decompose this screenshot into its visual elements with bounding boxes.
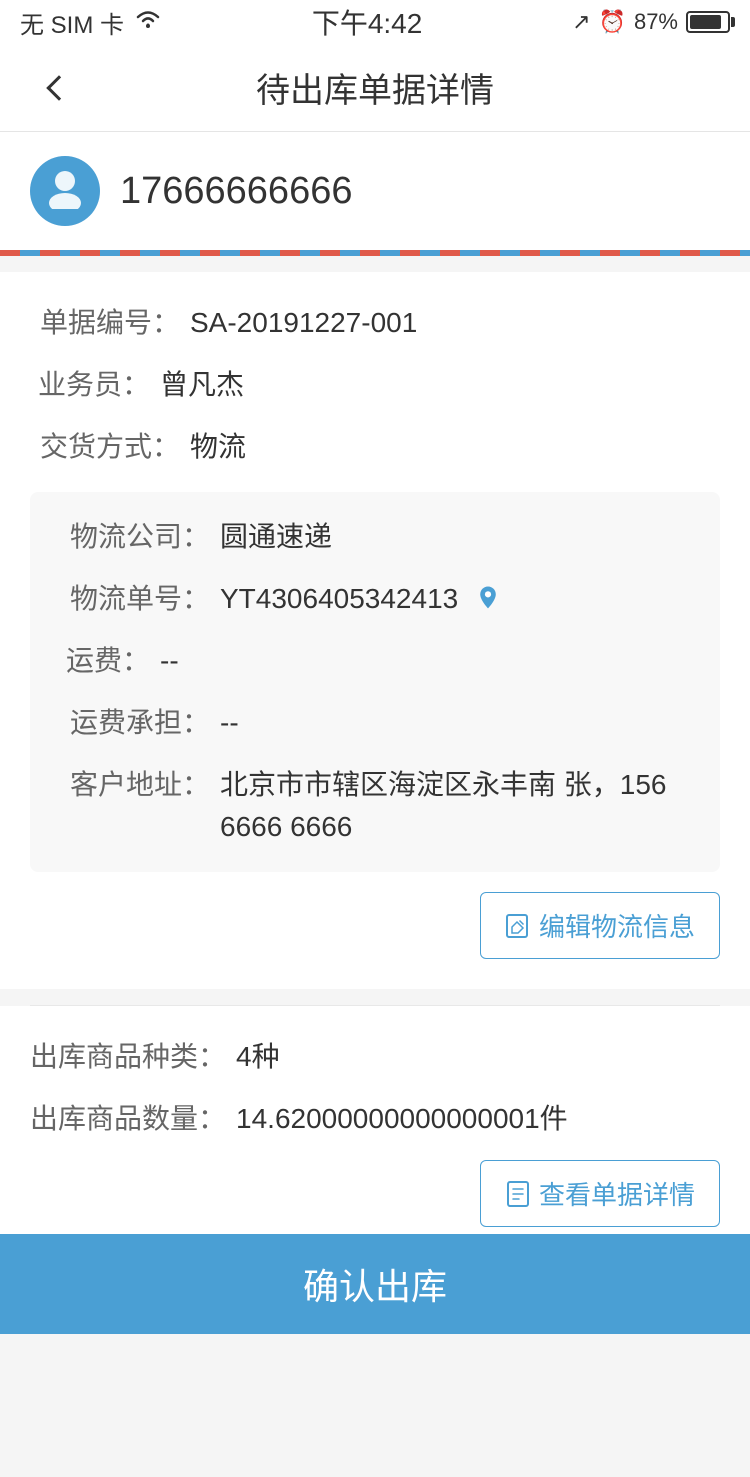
- order-number-row: 单据编号： SA-20191227-001: [30, 302, 720, 344]
- freight-row: 运费： --: [60, 640, 690, 682]
- location-pin-icon[interactable]: [470, 581, 506, 617]
- edit-logistics-label: 编辑物流信息: [539, 907, 695, 944]
- battery-icon: [686, 11, 730, 33]
- status-bar: 无 SIM 卡 下午4:42 ↗ ⏰ 87%: [0, 0, 750, 44]
- staff-value: 曾凡杰: [160, 364, 720, 406]
- confirm-button-label: 确认出库: [303, 1258, 447, 1310]
- view-detail-btn-wrap: 查看单据详情: [30, 1160, 720, 1227]
- delivery-label: 交货方式：: [30, 426, 190, 468]
- staff-label: 业务员：: [30, 364, 160, 406]
- page-title: 待出库单据详情: [256, 63, 494, 112]
- edit-logistics-button[interactable]: 编辑物流信息: [480, 892, 720, 959]
- goods-quantity-row: 出库商品数量： 14.62000000000000001件: [30, 1098, 720, 1140]
- goods-type-row: 出库商品种类： 4种: [30, 1036, 720, 1078]
- freight-bearer-row: 运费承担： --: [60, 702, 690, 744]
- document-icon: [505, 1181, 531, 1207]
- address-value: 北京市市辖区海淀区永丰南 张，156 6666 6666: [220, 764, 690, 848]
- freight-bearer-value: --: [220, 702, 690, 744]
- avatar-person-icon: [43, 165, 87, 218]
- view-detail-button[interactable]: 查看单据详情: [480, 1160, 720, 1227]
- location-icon: ↗: [572, 9, 590, 35]
- goods-type-value: 4种: [236, 1036, 720, 1078]
- goods-quantity-value: 14.62000000000000001件: [236, 1098, 720, 1140]
- logistics-company-label: 物流公司：: [60, 516, 220, 558]
- logistics-company-value: 圆通速递: [220, 516, 690, 558]
- tracking-number: YT4306405342413: [220, 578, 458, 620]
- freight-value: --: [160, 640, 690, 682]
- goods-quantity-label: 出库商品数量：: [30, 1098, 236, 1140]
- confirm-bar[interactable]: 确认出库: [0, 1234, 750, 1334]
- battery-percent: 87%: [634, 9, 678, 35]
- edit-icon: [505, 913, 531, 939]
- section-gap-1: [0, 989, 750, 1005]
- view-detail-label: 查看单据详情: [539, 1175, 695, 1212]
- back-arrow-icon: [46, 75, 71, 100]
- status-left: 无 SIM 卡: [20, 5, 162, 40]
- customer-header: 17666666666: [0, 132, 750, 250]
- customer-phone: 17666666666: [120, 170, 352, 213]
- wifi-icon: [134, 8, 162, 36]
- freight-bearer-label: 运费承担：: [60, 702, 220, 744]
- alarm-icon: ⏰: [599, 9, 626, 35]
- nav-bar: 待出库单据详情: [0, 44, 750, 132]
- goods-type-label: 出库商品种类：: [30, 1036, 236, 1078]
- address-label: 客户地址：: [60, 764, 220, 806]
- logistics-company-row: 物流公司： 圆通速递: [60, 516, 690, 558]
- avatar: [30, 156, 100, 226]
- edit-logistics-btn-wrap: 编辑物流信息: [30, 892, 720, 959]
- order-number-label: 单据编号：: [30, 302, 190, 344]
- time-display: 下午4:42: [312, 2, 423, 42]
- goods-section: 出库商品种类： 4种 出库商品数量： 14.62000000000000001件…: [0, 1006, 750, 1257]
- status-right: ↗ ⏰ 87%: [572, 9, 730, 35]
- tracking-value: YT4306405342413: [220, 578, 690, 620]
- delivery-value: 物流: [190, 426, 720, 468]
- delivery-row: 交货方式： 物流: [30, 426, 720, 468]
- tracking-row: 物流单号： YT4306405342413: [60, 578, 690, 620]
- dashed-divider: [0, 250, 750, 256]
- order-info-section: 单据编号： SA-20191227-001 业务员： 曾凡杰 交货方式： 物流 …: [0, 272, 750, 989]
- address-row: 客户地址： 北京市市辖区海淀区永丰南 张，156 6666 6666: [60, 764, 690, 848]
- logistics-card: 物流公司： 圆通速递 物流单号： YT4306405342413 运费： -- …: [30, 492, 720, 872]
- staff-row: 业务员： 曾凡杰: [30, 364, 720, 406]
- back-button[interactable]: [30, 63, 80, 113]
- order-number-value: SA-20191227-001: [190, 302, 720, 344]
- carrier-text: 无 SIM 卡: [20, 5, 124, 40]
- freight-label: 运费：: [60, 640, 160, 682]
- tracking-label: 物流单号：: [60, 578, 220, 620]
